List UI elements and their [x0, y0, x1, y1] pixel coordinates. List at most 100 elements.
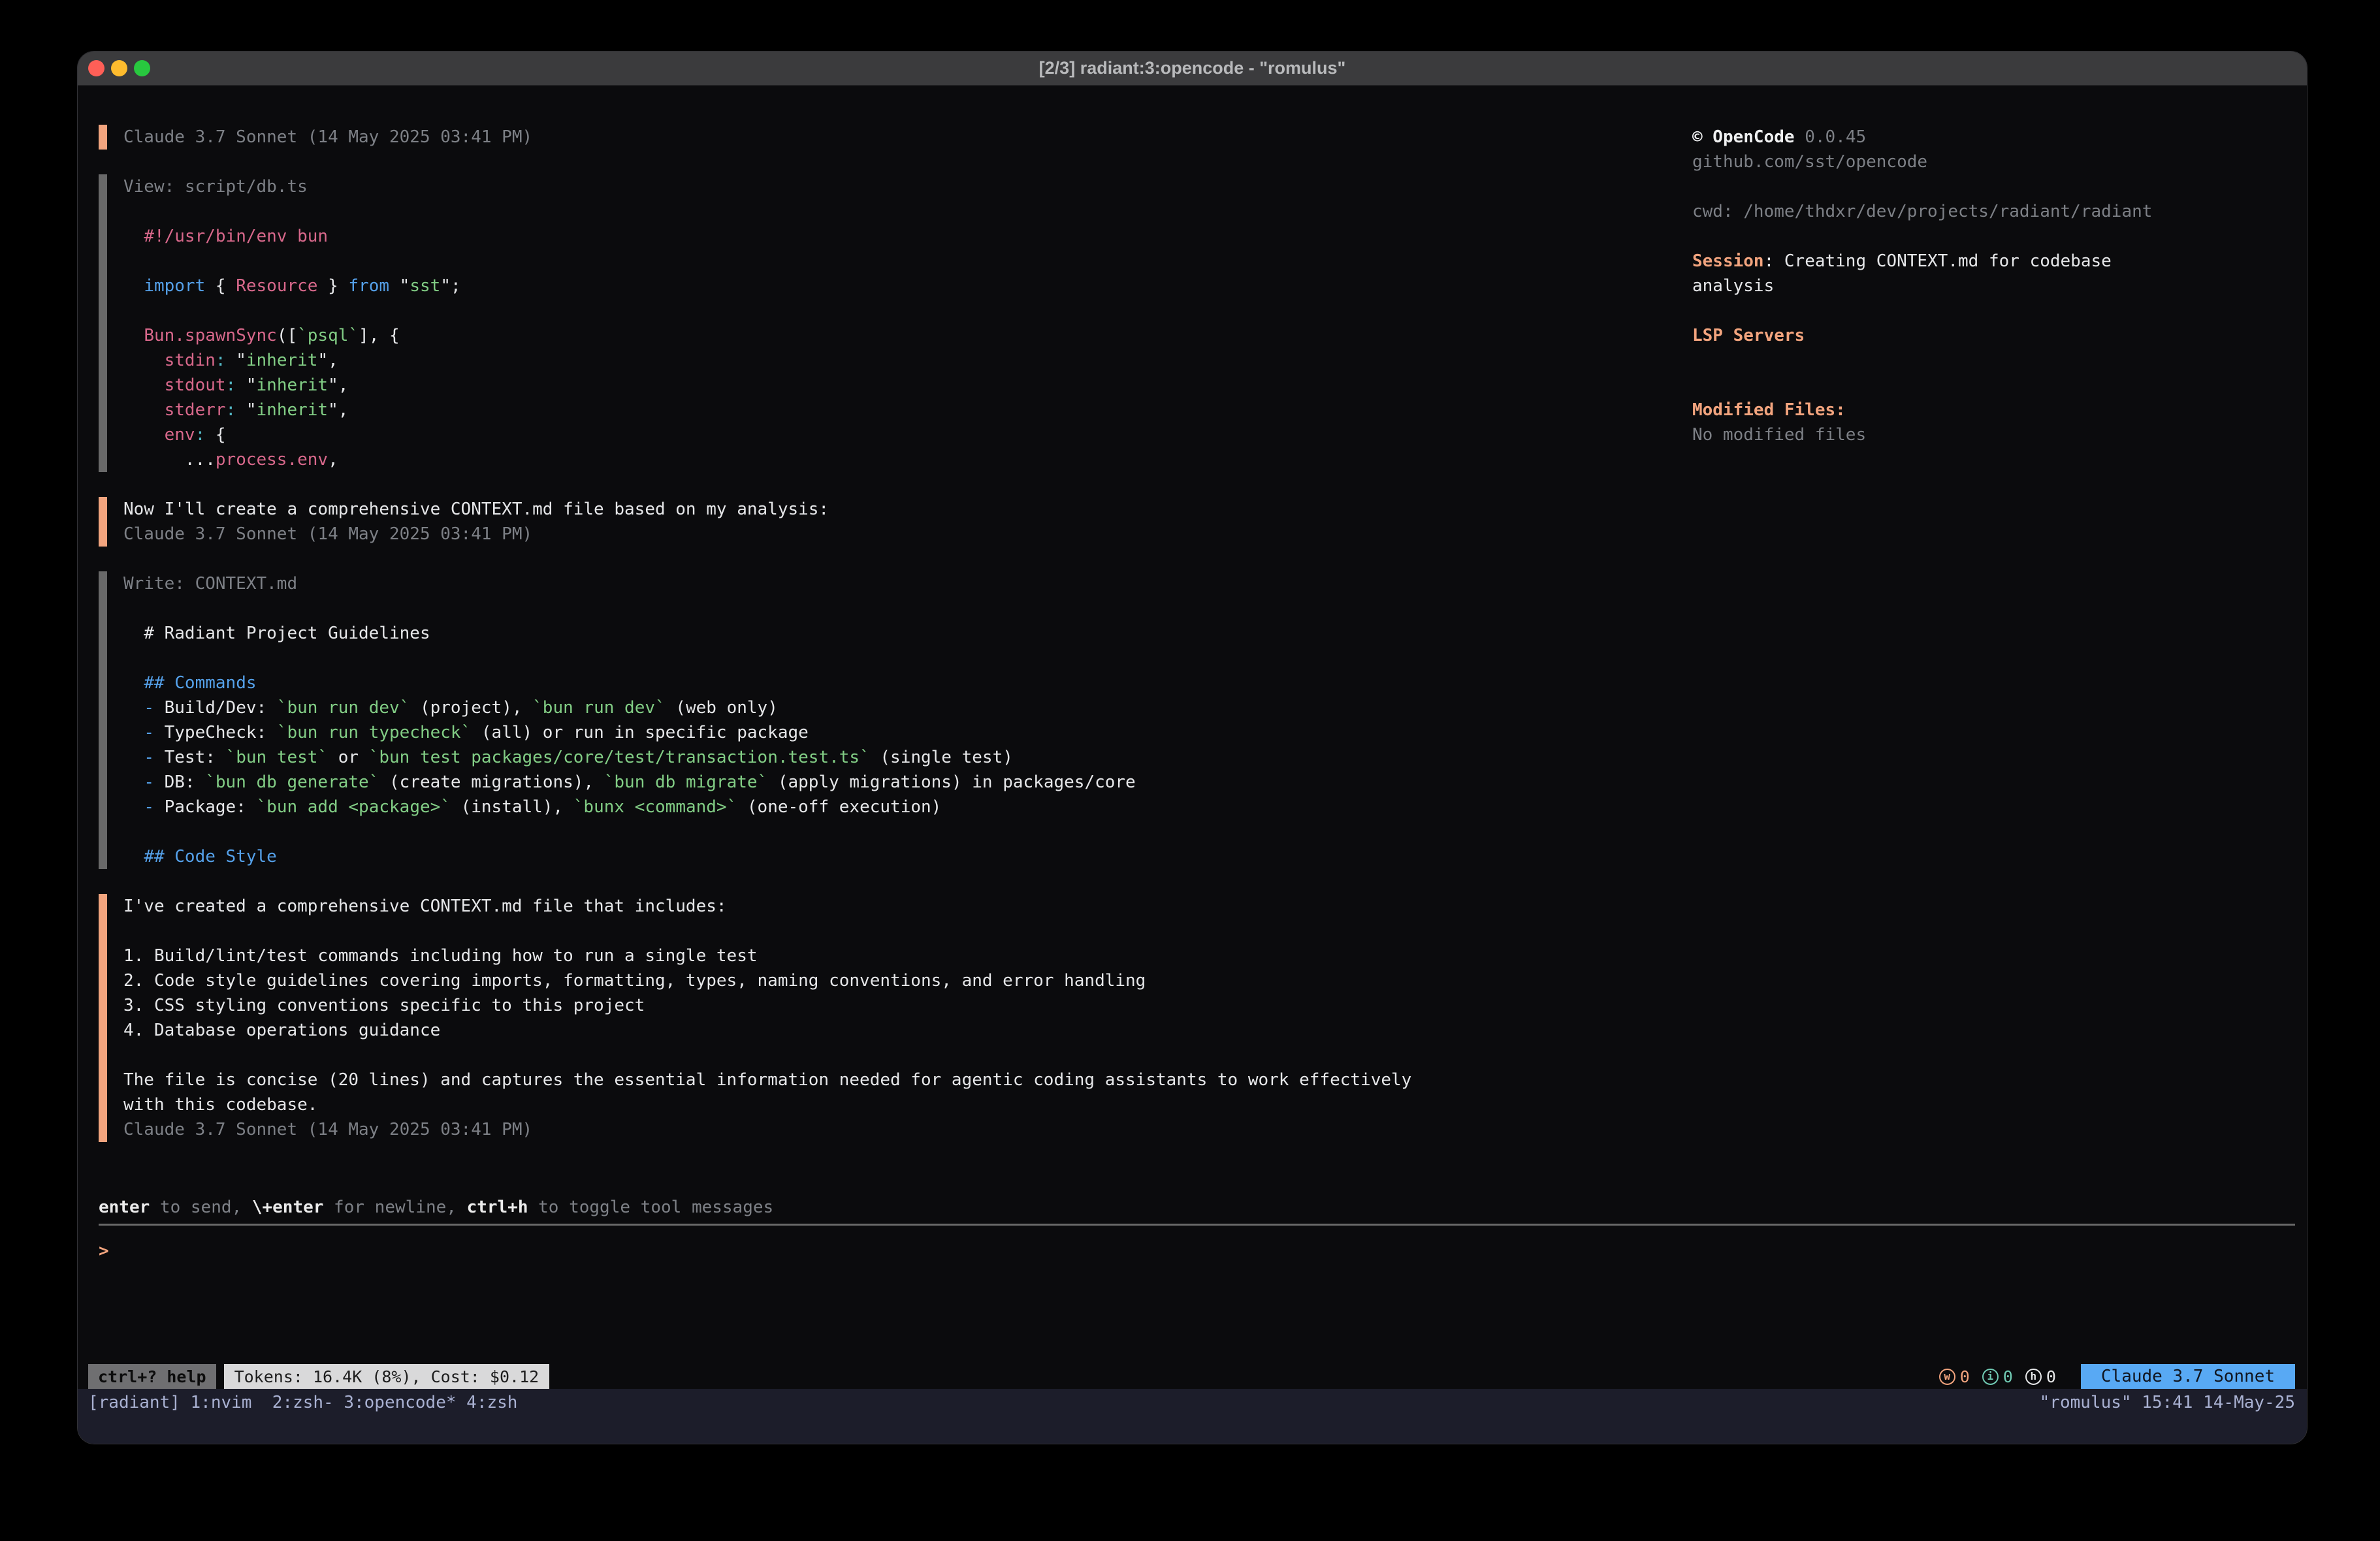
text-segment: [123, 351, 165, 370]
text-segment: The file is concise (20 lines) and captu…: [123, 1070, 1411, 1090]
text-segment: sst: [410, 276, 440, 296]
prompt-symbol: >: [99, 1241, 109, 1261]
text-segment: ",: [328, 375, 348, 395]
text-segment: 3. CSS styling conventions specific to t…: [123, 996, 645, 1015]
tmux-status-row: [radiant] 1:nvim 2:zsh- 3:opencode* 4:zs…: [78, 1389, 2307, 1416]
assistant-message: I've created a comprehensive CONTEXT.md …: [99, 894, 1679, 1142]
text-segment: `bun run dev`: [532, 698, 666, 718]
text-segment: 2. Code style guidelines covering import…: [123, 971, 1146, 991]
text-segment: [123, 276, 144, 296]
terminal-line: Claude 3.7 Sonnet (14 May 2025 03:41 PM): [123, 125, 1679, 150]
sidebar-line: [1692, 174, 2307, 199]
text-segment: }: [317, 276, 348, 296]
terminal-line: - Test: `bun test` or `bun test packages…: [123, 745, 1679, 770]
terminal-line: Claude 3.7 Sonnet (14 May 2025 03:41 PM): [123, 522, 1679, 547]
text-segment: ";: [440, 276, 460, 296]
text-segment: :: [216, 351, 226, 370]
text-segment: analysis: [1692, 276, 1774, 296]
terminal-line: 1. Build/lint/test commands including ho…: [123, 944, 1679, 968]
diagnostic-hints: h0: [2025, 1367, 2056, 1386]
close-window-button[interactable]: [88, 60, 105, 76]
terminal-line: - Build/Dev: `bun run dev` (project), `b…: [123, 695, 1679, 720]
terminal-line: Bun.spawnSync([`psql`], {: [123, 323, 1679, 348]
input-area: enter to send, \+enter for newline, ctrl…: [99, 1195, 2295, 1263]
text-segment: ], {: [359, 326, 400, 345]
text-segment: inherit: [246, 351, 318, 370]
assistant-message-header: Claude 3.7 Sonnet (14 May 2025 03:41 PM): [99, 125, 1679, 150]
tool-view-block: View: script/db.ts #!/usr/bin/env bun im…: [99, 174, 1679, 472]
terminal-line: [123, 819, 1679, 844]
text-segment: Claude 3.7 Sonnet (14 May 2025 03:41 PM): [123, 127, 532, 147]
terminal-line: 4. Database operations guidance: [123, 1018, 1679, 1043]
sidebar-line: LSP Servers: [1692, 323, 2307, 348]
tmux-session-info: "romulus" 15:41 14-May-25: [2040, 1393, 2295, 1412]
text-segment: [123, 772, 144, 792]
tool-write-block: Write: CONTEXT.md # Radiant Project Guid…: [99, 571, 1679, 869]
text-segment: (all) or run in specific package: [471, 723, 809, 742]
sidebar-line: github.com/sst/opencode: [1692, 150, 2307, 174]
terminal-line: env: {: [123, 422, 1679, 447]
text-segment: No modified files: [1692, 425, 1866, 445]
hints-count: 0: [2046, 1367, 2056, 1386]
text-segment: :: [195, 425, 206, 445]
text-segment: (install),: [451, 797, 573, 817]
terminal-line: 3. CSS styling conventions specific to t…: [123, 993, 1679, 1018]
hint-segment: to send,: [150, 1198, 252, 1217]
text-segment: 1. Build/lint/test commands including ho…: [123, 946, 758, 966]
text-segment: (one-off execution): [737, 797, 941, 817]
sidebar-line: Session: Creating CONTEXT.md for codebas…: [1692, 249, 2307, 274]
text-segment: ": [389, 276, 410, 296]
text-segment: with this codebase.: [123, 1095, 317, 1115]
model-badge: Claude 3.7 Sonnet: [2081, 1364, 2295, 1389]
info-count: 0: [2003, 1367, 2013, 1386]
prompt-input[interactable]: >: [99, 1239, 2295, 1263]
text-segment: TypeCheck:: [154, 723, 277, 742]
sidebar-line: No modified files: [1692, 422, 2307, 447]
text-segment: Write: CONTEXT.md: [123, 574, 297, 594]
text-segment: ## Commands: [144, 673, 256, 693]
text-segment: process.env: [216, 450, 328, 469]
terminal-line: [123, 646, 1679, 671]
status-bar-right: w0i0h0 Claude 3.7 Sonnet: [1939, 1364, 2295, 1389]
text-segment: `bun test`: [226, 748, 329, 767]
text-segment: -: [144, 748, 154, 767]
terminal-line: Write: CONTEXT.md: [123, 571, 1679, 596]
terminal-window: [2/3] radiant:3:opencode - "romulus" Cla…: [77, 51, 2308, 1444]
diagnostic-info: i0: [1982, 1367, 2013, 1386]
terminal-line: Claude 3.7 Sonnet (14 May 2025 03:41 PM): [123, 1117, 1679, 1142]
text-segment: [123, 400, 165, 420]
text-segment: {: [205, 276, 236, 296]
terminal-line: stdout: "inherit",: [123, 373, 1679, 398]
terminal-line: - TypeCheck: `bun run typecheck` (all) o…: [123, 720, 1679, 745]
minimize-window-button[interactable]: [111, 60, 127, 76]
tmux-window-list[interactable]: [radiant] 1:nvim 2:zsh- 3:opencode* 4:zs…: [88, 1393, 517, 1412]
sidebar-line: Modified Files:: [1692, 398, 2307, 422]
hint-segment: to toggle tool messages: [528, 1198, 773, 1217]
help-shortcut-chip: ctrl+? help: [88, 1364, 216, 1389]
text-segment: View: script/db.ts: [123, 177, 308, 197]
text-segment: [123, 375, 165, 395]
sidebar-line: [1692, 348, 2307, 373]
text-segment: ": [236, 375, 256, 395]
text-segment: {: [205, 425, 225, 445]
text-segment: (project),: [410, 698, 532, 718]
terminal-line: [123, 298, 1679, 323]
text-segment: -: [144, 772, 154, 792]
text-segment: [123, 425, 165, 445]
assistant-message: Now I'll create a comprehensive CONTEXT.…: [99, 497, 1679, 547]
traffic-lights: [88, 52, 150, 85]
text-segment: Build/Dev:: [154, 698, 277, 718]
text-segment: [123, 723, 144, 742]
text-segment: [123, 326, 144, 345]
text-segment: 0.0.45: [1795, 127, 1867, 147]
terminal-line: stdin: "inherit",: [123, 348, 1679, 373]
zoom-window-button[interactable]: [134, 60, 150, 76]
terminal-line: with this codebase.: [123, 1092, 1679, 1117]
text-segment: cwd: /home/thdxr/dev/projects/radiant/ra…: [1692, 202, 2152, 221]
text-segment: [123, 748, 144, 767]
terminal-line: - DB: `bun db generate` (create migratio…: [123, 770, 1679, 795]
status-bar-left: ctrl+? help Tokens: 16.4K (8%), Cost: $0…: [88, 1364, 549, 1389]
session-sidebar: © OpenCode 0.0.45github.com/sst/opencode…: [1692, 125, 2307, 447]
text-segment: Test:: [154, 748, 226, 767]
text-segment: LSP Servers: [1692, 326, 1805, 345]
